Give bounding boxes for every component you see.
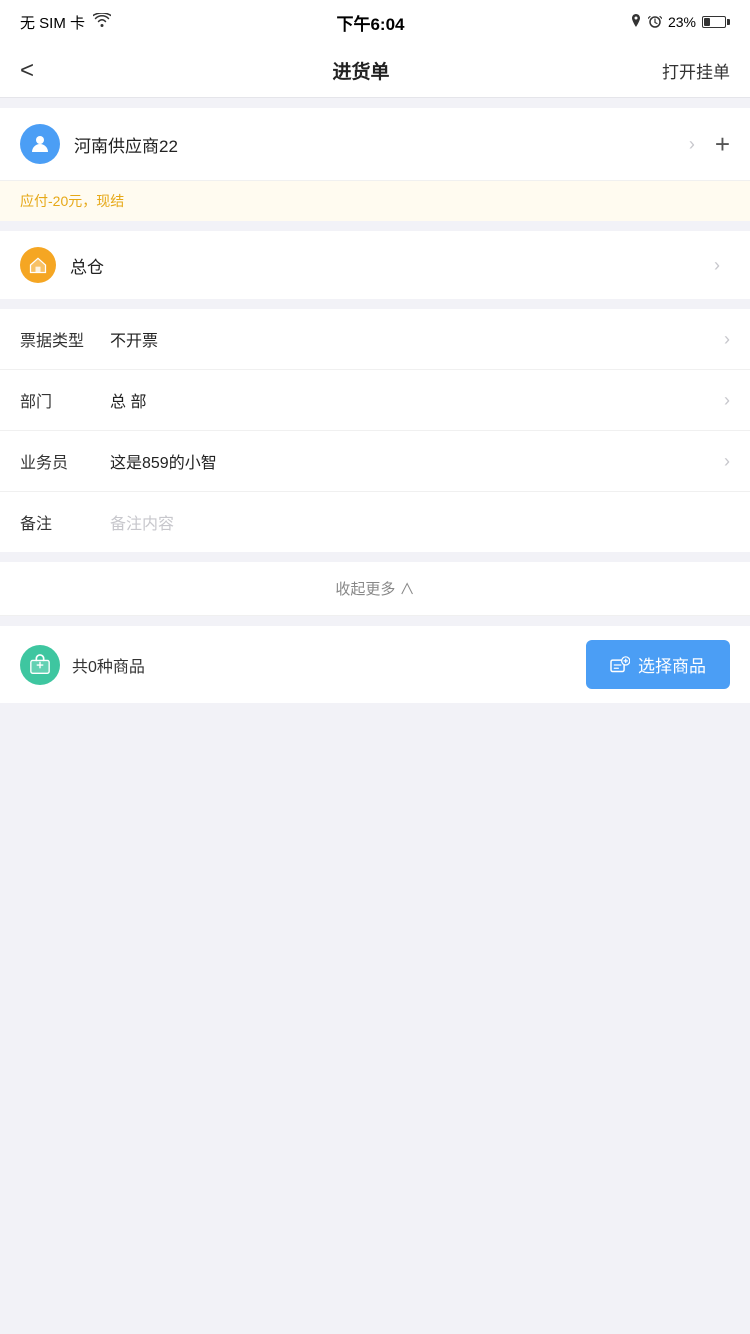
supplier-row[interactable]: 河南供应商22 › + <box>0 108 750 181</box>
warehouse-chevron-icon: › <box>714 255 720 276</box>
supplier-chevron-icon: › <box>689 134 695 155</box>
status-right: 23% <box>630 14 730 31</box>
warehouse-card[interactable]: 总仓 › <box>0 231 750 299</box>
wifi-icon <box>93 13 111 31</box>
page-filler <box>0 703 750 1003</box>
alarm-icon <box>648 14 662 31</box>
remark-label: 备注 <box>20 510 100 534</box>
collapse-button[interactable]: 收起更多 ∧ <box>0 562 750 616</box>
bottom-bar: 共0种商品 选择商品 <box>0 626 750 703</box>
status-bar: 无 SIM 卡 下午6:04 23% <box>0 0 750 44</box>
main-content: 河南供应商22 › + 应付-20元，现结 总仓 › 票据类型 不开票 › <box>0 98 750 1003</box>
remark-row[interactable]: 备注 备注内容 <box>0 492 750 552</box>
warehouse-icon <box>20 247 56 283</box>
back-button[interactable]: < <box>20 57 60 85</box>
open-pending-button[interactable]: 打开挂单 <box>662 58 730 83</box>
battery-text: 23% <box>668 14 696 30</box>
invoice-type-row[interactable]: 票据类型 不开票 › <box>0 309 750 370</box>
status-time: 下午6:04 <box>336 10 404 35</box>
invoice-type-chevron-icon: › <box>724 329 730 350</box>
salesperson-chevron-icon: › <box>724 451 730 472</box>
add-supplier-button[interactable]: + <box>705 129 730 160</box>
department-label: 部门 <box>20 388 100 412</box>
battery-icon <box>702 16 730 28</box>
supplier-notice: 应付-20元，现结 <box>0 181 750 221</box>
select-product-label: 选择商品 <box>638 652 706 677</box>
collapse-card: 收起更多 ∧ <box>0 562 750 616</box>
remark-input[interactable]: 备注内容 <box>100 510 730 534</box>
product-icon <box>20 645 60 685</box>
select-product-button[interactable]: 选择商品 <box>586 640 730 689</box>
carrier-text: 无 SIM 卡 <box>20 12 85 33</box>
product-count-wrap: 共0种商品 <box>20 645 145 685</box>
department-value: 总 部 <box>100 388 724 412</box>
form-card: 票据类型 不开票 › 部门 总 部 › 业务员 这是859的小智 › 备注 备注… <box>0 309 750 552</box>
supplier-avatar <box>20 124 60 164</box>
nav-bar: < 进货单 打开挂单 <box>0 44 750 98</box>
status-left: 无 SIM 卡 <box>20 12 111 33</box>
product-count-text: 共0种商品 <box>72 653 145 677</box>
department-row[interactable]: 部门 总 部 › <box>0 370 750 431</box>
salesperson-value: 这是859的小智 <box>100 449 724 473</box>
location-icon <box>630 14 642 31</box>
salesperson-row[interactable]: 业务员 这是859的小智 › <box>0 431 750 492</box>
salesperson-label: 业务员 <box>20 449 100 473</box>
invoice-type-value: 不开票 <box>100 327 724 351</box>
department-chevron-icon: › <box>724 390 730 411</box>
warehouse-name: 总仓 <box>70 253 714 278</box>
supplier-card: 河南供应商22 › + 应付-20元，现结 <box>0 108 750 221</box>
warehouse-row[interactable]: 总仓 › <box>0 231 750 299</box>
invoice-type-label: 票据类型 <box>20 327 100 351</box>
supplier-name: 河南供应商22 <box>74 132 689 157</box>
page-title: 进货单 <box>332 57 389 84</box>
